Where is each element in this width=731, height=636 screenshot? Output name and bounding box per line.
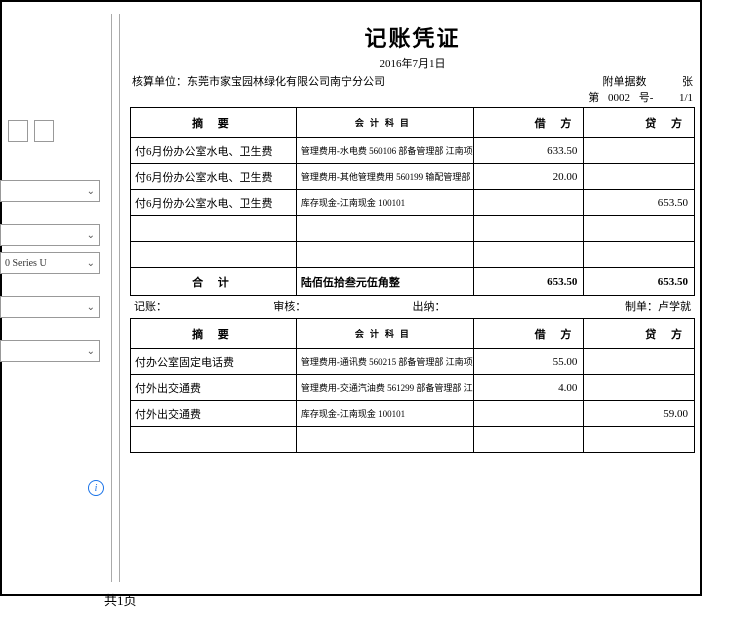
voucher-1: 记账凭证 2016年7月1日 核算单位：东莞市家宝园林绿化有限公司南宁分公司 附…	[130, 21, 695, 316]
table-row: 付6月份办公室水电、卫生费管理费用-其他管理费用 560199 输配管理部 江南…	[131, 164, 695, 190]
seq-suffix: 号-	[639, 92, 654, 104]
left-dropdown-1[interactable]: ⌄	[0, 180, 100, 202]
attachment-label: 附单据数	[603, 76, 647, 88]
left-dropdown-5[interactable]: ⌄	[0, 340, 100, 362]
sign-maker-label: 制单：	[625, 301, 658, 313]
sign-auditor: 审核：	[273, 298, 412, 314]
seq-prefix: 第	[588, 92, 599, 104]
table-row: 付外出交通费管理费用-交通汽油费 561299 部备管理部 江南项目4.00	[131, 375, 695, 401]
left-control-1[interactable]	[8, 120, 28, 142]
chevron-down-icon: ⌄	[87, 258, 95, 269]
col-account: 会计科目	[296, 319, 473, 349]
table-row: 付外出交通费库存现金-江南现金 10010159.00	[131, 401, 695, 427]
table-row	[131, 216, 695, 242]
unit-value: 东莞市家宝园林绿化有限公司南宁分公司	[187, 76, 385, 88]
table-row: 付办公室固定电话费管理费用-通讯费 560215 部备管理部 江南项目55.00	[131, 349, 695, 375]
col-debit: 借 方	[473, 108, 584, 138]
chevron-down-icon: ⌄	[87, 186, 95, 197]
chevron-down-icon: ⌄	[87, 346, 95, 357]
page-frac: 1/1	[679, 92, 693, 104]
unit-label: 核算单位：	[132, 76, 187, 88]
left-dropdown-2[interactable]: ⌄	[0, 224, 100, 246]
print-preview: 记账凭证 2016年7月1日 核算单位：东莞市家宝园林绿化有限公司南宁分公司 附…	[130, 15, 695, 580]
sign-maker-name: 卢学就	[658, 301, 691, 313]
table-row	[131, 242, 695, 268]
voucher2-table: 摘 要 会计科目 借 方 贷 方 付办公室固定电话费管理费用-通讯费 56021…	[130, 318, 695, 453]
voucher-date: 2016年7月1日	[130, 55, 695, 71]
left-dropdown-3[interactable]: 0 Series U⌄	[0, 252, 100, 274]
info-icon[interactable]: i	[88, 480, 104, 496]
col-debit: 借 方	[473, 319, 584, 349]
seq-no: 0002	[608, 92, 630, 104]
voucher-2: 摘 要 会计科目 借 方 贷 方 付办公室固定电话费管理费用-通讯费 56021…	[130, 318, 695, 453]
sign-cashier: 出纳：	[413, 298, 552, 314]
chevron-down-icon: ⌄	[87, 302, 95, 313]
sign-row: 记账： 审核： 出纳： 制单：卢学就	[130, 296, 695, 316]
col-credit: 贷 方	[584, 319, 695, 349]
col-summary: 摘 要	[131, 319, 297, 349]
table-row	[131, 427, 695, 453]
col-credit: 贷 方	[584, 108, 695, 138]
left-dropdown-4[interactable]: ⌄	[0, 296, 100, 318]
chevron-down-icon: ⌄	[87, 230, 95, 241]
col-summary: 摘 要	[131, 108, 297, 138]
table-row: 付6月份办公室水电、卫生费库存现金-江南现金 100101653.50	[131, 190, 695, 216]
page-count-label: 共1页	[104, 590, 137, 609]
left-control-2[interactable]	[34, 120, 54, 142]
divider	[111, 14, 112, 582]
voucher1-table: 摘 要 会计科目 借 方 贷 方 付6月份办公室水电、卫生费管理费用-水电费 5…	[130, 107, 695, 296]
col-account: 会计科目	[296, 108, 473, 138]
sign-bookkeeper: 记账：	[134, 298, 273, 314]
attachment-sheet: 张	[682, 76, 693, 88]
voucher-title: 记账凭证	[130, 21, 695, 53]
total-row: 合 计 陆佰伍拾叁元伍角整 653.50 653.50	[131, 268, 695, 296]
table-row: 付6月份办公室水电、卫生费管理费用-水电费 560106 部备管理部 江南项目6…	[131, 138, 695, 164]
divider	[119, 14, 120, 582]
